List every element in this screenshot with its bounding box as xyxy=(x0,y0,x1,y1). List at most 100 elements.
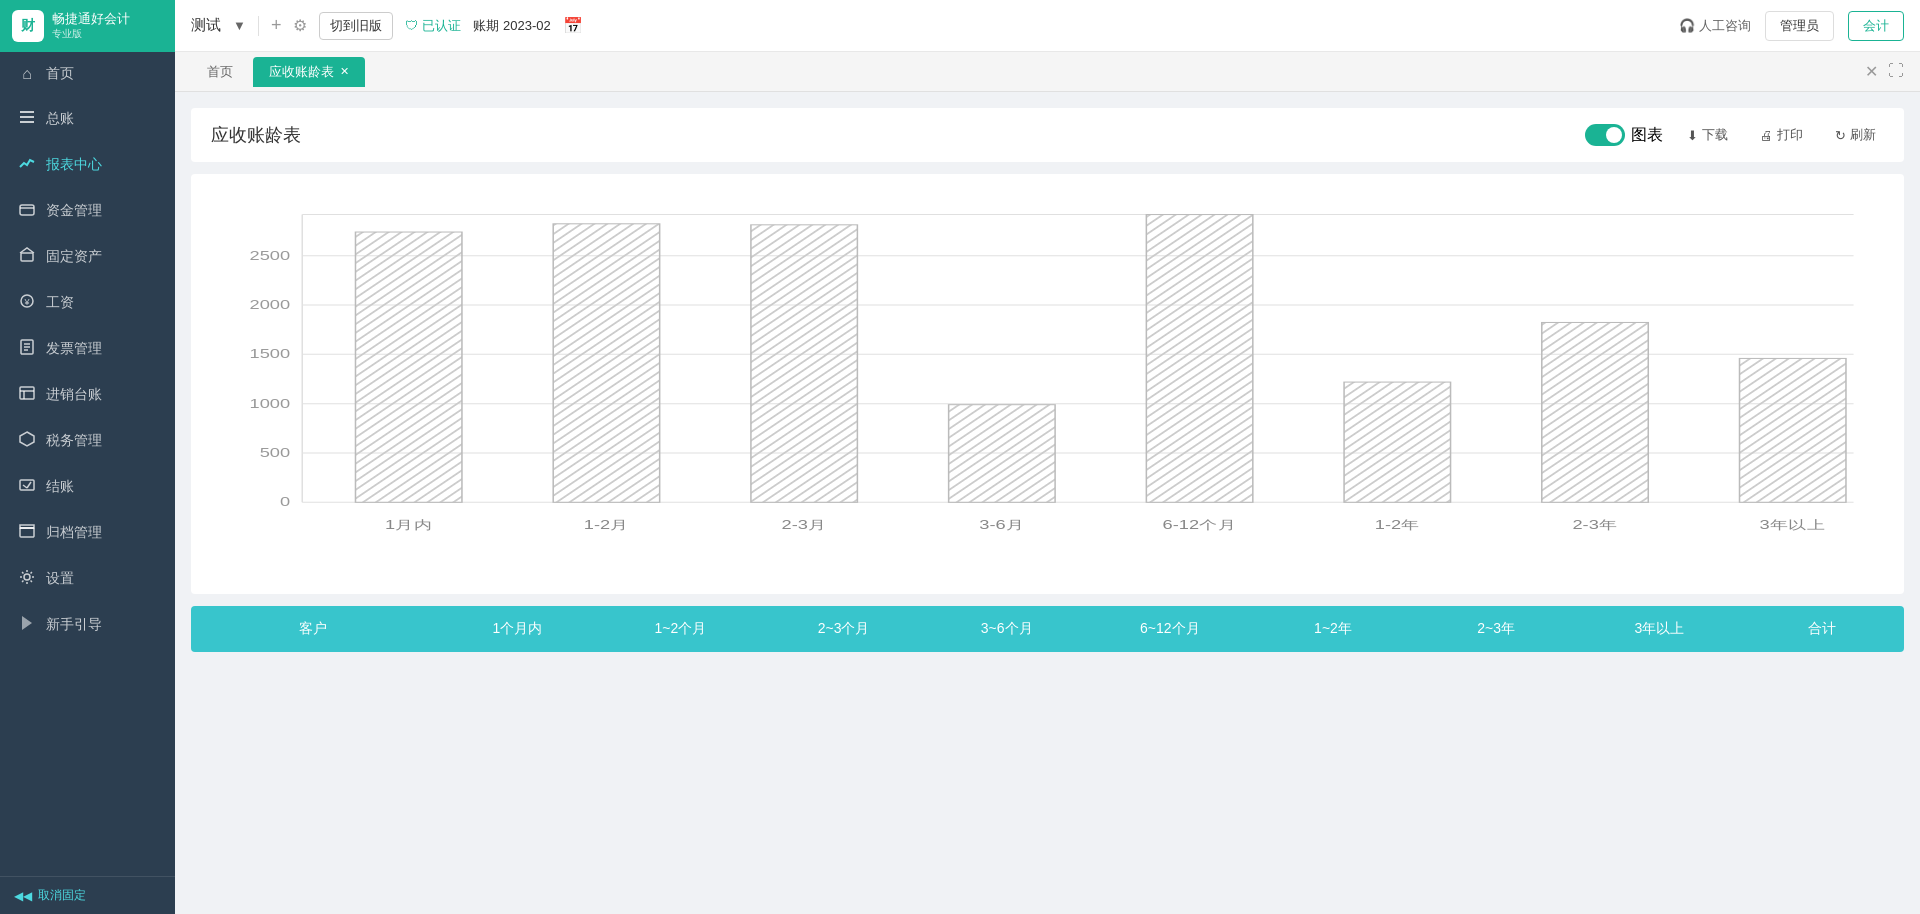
col-total: 合计 xyxy=(1741,620,1904,638)
col-1month: 1个月内 xyxy=(436,620,599,638)
page-title: 应收账龄表 xyxy=(211,123,301,147)
svg-point-22 xyxy=(24,574,30,580)
refresh-icon: ↻ xyxy=(1835,128,1846,143)
headset-icon: 🎧 xyxy=(1679,18,1695,33)
logo-text: 畅捷通好会计 专业版 xyxy=(52,11,130,42)
col-customer: 客户 xyxy=(191,620,436,638)
sidebar-item-guide[interactable]: 新手引导 xyxy=(0,602,175,648)
cancel-fixed-button[interactable]: ◀◀ 取消固定 xyxy=(0,876,175,914)
bar-6 xyxy=(1344,382,1450,502)
col-3plus-year: 3年以上 xyxy=(1578,620,1741,638)
sidebar-item-home[interactable]: ⌂ 首页 xyxy=(0,52,175,96)
invoice-icon xyxy=(18,339,36,359)
topbar: 测试 ▼ + ⚙ 切到旧版 🛡 已认证 账期 2023-02 📅 🎧 人工咨询 … xyxy=(175,0,1920,52)
main-area: 测试 ▼ + ⚙ 切到旧版 🛡 已认证 账期 2023-02 📅 🎧 人工咨询 … xyxy=(175,0,1920,914)
bar-chart: 0 500 1000 1500 2000 2500 1月内 1-2月 xyxy=(211,194,1884,564)
salary-icon: ¥ xyxy=(18,293,36,313)
sidebar: 财 畅捷通好会计 专业版 ⌂ 首页 总账 报表中心 xyxy=(0,0,175,914)
switch-version-button[interactable]: 切到旧版 xyxy=(319,12,393,40)
print-button[interactable]: 🖨 打印 xyxy=(1752,122,1811,148)
svg-text:3-6月: 3-6月 xyxy=(979,518,1024,531)
tax-icon xyxy=(18,431,36,451)
svg-rect-12 xyxy=(20,387,34,399)
svg-text:2500: 2500 xyxy=(250,249,291,262)
consult-button[interactable]: 🎧 人工咨询 xyxy=(1679,17,1751,35)
ledger-icon xyxy=(18,109,36,129)
certified-badge: 🛡 已认证 xyxy=(405,17,461,35)
bar-2 xyxy=(553,224,659,503)
svg-text:500: 500 xyxy=(260,446,291,459)
project-name: 测试 xyxy=(191,16,221,35)
content-area: 应收账龄表 图表 ⬇ 下载 🖨 打印 ↻ 刷新 xyxy=(175,92,1920,914)
svg-text:2-3年: 2-3年 xyxy=(1572,518,1617,531)
bar-1 xyxy=(355,232,461,502)
svg-rect-5 xyxy=(21,253,33,261)
svg-text:1000: 1000 xyxy=(250,397,291,410)
sidebar-logo: 财 畅捷通好会计 专业版 xyxy=(0,0,175,52)
topbar-settings-icon[interactable]: ⚙ xyxy=(293,16,307,35)
tab-aging[interactable]: 应收账龄表 ✕ xyxy=(253,57,365,87)
topbar-right: 🎧 人工咨询 管理员 会计 xyxy=(1679,11,1904,41)
col-2-3month: 2~3个月 xyxy=(762,620,925,638)
archive-icon xyxy=(18,523,36,543)
svg-rect-3 xyxy=(20,205,34,215)
close-window-icon[interactable]: ✕ xyxy=(1865,62,1878,81)
download-icon: ⬇ xyxy=(1687,128,1698,143)
svg-marker-23 xyxy=(22,616,32,630)
svg-text:3年以上: 3年以上 xyxy=(1760,518,1826,531)
settings-icon xyxy=(18,569,36,589)
svg-marker-15 xyxy=(20,432,34,446)
sidebar-item-settings[interactable]: 设置 xyxy=(0,556,175,602)
table-area: 客户 1个月内 1~2个月 2~3个月 3~6个月 6~12个月 1~2年 2~… xyxy=(191,606,1904,652)
tab-close-icon[interactable]: ✕ xyxy=(340,65,349,78)
sidebar-item-assets[interactable]: 固定资产 xyxy=(0,234,175,280)
chart-toggle[interactable] xyxy=(1585,124,1625,146)
funds-icon xyxy=(18,201,36,221)
tabbar-icons: ✕ ⛶ xyxy=(1865,62,1904,81)
sidebar-item-funds[interactable]: 资金管理 xyxy=(0,188,175,234)
sidebar-item-invoice[interactable]: 发票管理 xyxy=(0,326,175,372)
bar-3 xyxy=(751,225,857,503)
svg-text:2000: 2000 xyxy=(250,298,291,311)
bar-7 xyxy=(1542,322,1648,502)
col-6-12month: 6~12个月 xyxy=(1088,620,1251,638)
tabbar: 首页 应收账龄表 ✕ ✕ ⛶ xyxy=(175,52,1920,92)
page-header: 应收账龄表 图表 ⬇ 下载 🖨 打印 ↻ 刷新 xyxy=(191,108,1904,162)
sidebar-item-close[interactable]: 结账 xyxy=(0,464,175,510)
expand-icon[interactable]: ⛶ xyxy=(1888,62,1904,81)
shield-icon: 🛡 xyxy=(405,18,418,33)
svg-text:1月内: 1月内 xyxy=(385,518,433,531)
sidebar-item-reports[interactable]: 报表中心 xyxy=(0,142,175,188)
chart-area: 0 500 1000 1500 2000 2500 1月内 1-2月 xyxy=(191,174,1904,594)
sidebar-item-ledger[interactable]: 总账 xyxy=(0,96,175,142)
bar-5 xyxy=(1146,215,1252,503)
refresh-button[interactable]: ↻ 刷新 xyxy=(1827,122,1884,148)
manager-button[interactable]: 管理员 xyxy=(1765,11,1834,41)
download-button[interactable]: ⬇ 下载 xyxy=(1679,122,1736,148)
col-2-3year: 2~3年 xyxy=(1415,620,1578,638)
topbar-sep-1 xyxy=(258,16,259,36)
svg-line-18 xyxy=(27,482,31,488)
svg-text:0: 0 xyxy=(280,495,291,508)
assets-icon xyxy=(18,247,36,267)
col-1-2year: 1~2年 xyxy=(1251,620,1414,638)
reports-icon xyxy=(18,155,36,175)
add-project-button[interactable]: + xyxy=(271,15,282,36)
chart-toggle-label: 图表 xyxy=(1631,125,1663,146)
sidebar-item-salary[interactable]: ¥ 工资 xyxy=(0,280,175,326)
svg-text:1-2年: 1-2年 xyxy=(1375,518,1420,531)
calendar-icon[interactable]: 📅 xyxy=(563,16,583,35)
project-dropdown[interactable]: ▼ xyxy=(233,18,246,33)
table-header: 客户 1个月内 1~2个月 2~3个月 3~6个月 6~12个月 1~2年 2~… xyxy=(191,606,1904,652)
tab-home[interactable]: 首页 xyxy=(191,57,249,87)
svg-rect-2 xyxy=(20,121,34,123)
svg-text:¥: ¥ xyxy=(23,297,30,307)
chart-toggle-wrapper: 图表 xyxy=(1585,124,1663,146)
accountant-button[interactable]: 会计 xyxy=(1848,11,1904,41)
sidebar-item-archive[interactable]: 归档管理 xyxy=(0,510,175,556)
guide-icon xyxy=(18,615,36,635)
purchase-sales-icon xyxy=(18,385,36,405)
sidebar-item-purchase-sales[interactable]: 进销台账 xyxy=(0,372,175,418)
col-1-2month: 1~2个月 xyxy=(599,620,762,638)
sidebar-item-tax[interactable]: 税务管理 xyxy=(0,418,175,464)
